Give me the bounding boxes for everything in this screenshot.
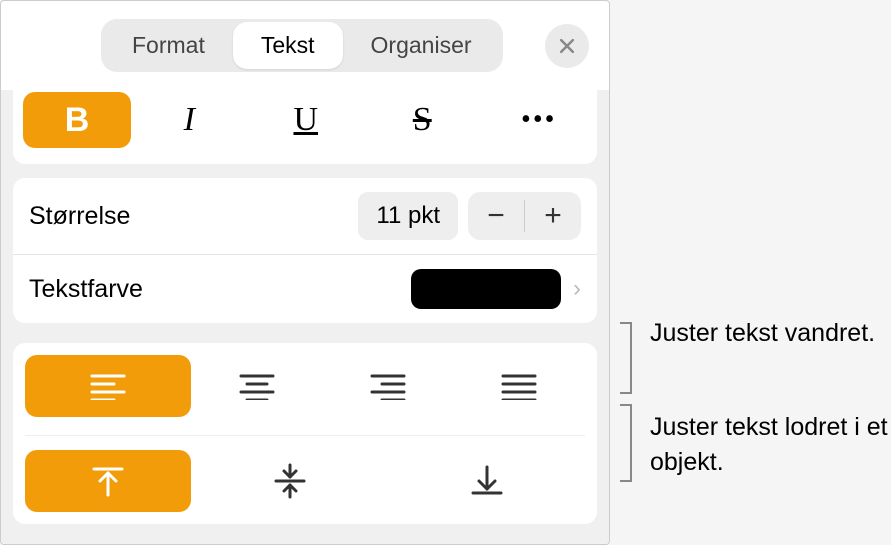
valign-top-icon xyxy=(90,463,126,499)
size-stepper: − + xyxy=(468,192,581,240)
align-left-button[interactable] xyxy=(25,355,191,417)
size-label: Størrelse xyxy=(29,202,358,231)
vertical-align-row xyxy=(25,435,585,512)
align-center-icon xyxy=(239,372,275,400)
annotation-horizontal: Juster tekst vandret. xyxy=(650,316,875,351)
text-color-swatch[interactable] xyxy=(411,269,561,309)
text-color-label: Tekstfarve xyxy=(29,275,411,304)
alignment-section xyxy=(13,343,597,524)
align-left-icon xyxy=(90,372,126,400)
align-justify-button[interactable] xyxy=(454,355,585,417)
underline-button[interactable]: U xyxy=(248,90,365,150)
italic-button[interactable]: I xyxy=(131,90,248,150)
content-area: B I U S ••• Størrelse 11 pkt − + Tekstfa… xyxy=(1,90,609,544)
bracket-horizontal xyxy=(620,322,632,394)
text-color-row[interactable]: Tekstfarve › xyxy=(13,255,597,323)
tab-group: Format Tekst Organiser xyxy=(101,19,503,72)
strikethrough-button[interactable]: S xyxy=(364,90,481,150)
size-row: Størrelse 11 pkt − + xyxy=(13,178,597,255)
horizontal-align-row xyxy=(25,355,585,417)
size-decrease-button[interactable]: − xyxy=(468,192,524,240)
tab-organize[interactable]: Organiser xyxy=(343,22,500,69)
font-style-row: B I U S ••• xyxy=(13,90,597,164)
align-right-button[interactable] xyxy=(322,355,453,417)
align-justify-icon xyxy=(501,372,537,400)
tab-format[interactable]: Format xyxy=(104,22,233,69)
size-increase-button[interactable]: + xyxy=(525,192,581,240)
close-button[interactable] xyxy=(545,24,589,68)
valign-bottom-icon xyxy=(469,463,505,499)
bold-button[interactable]: B xyxy=(23,92,131,148)
annotation-vertical: Juster tekst lodret i et objekt. xyxy=(650,410,891,480)
align-right-icon xyxy=(370,372,406,400)
chevron-right-icon: › xyxy=(573,275,581,303)
format-panel: Format Tekst Organiser B I U S ••• Størr… xyxy=(0,0,610,545)
valign-middle-icon xyxy=(272,463,308,499)
tabs-header: Format Tekst Organiser xyxy=(1,1,609,90)
close-icon xyxy=(557,36,577,56)
size-value[interactable]: 11 pkt xyxy=(358,192,458,240)
more-styles-button[interactable]: ••• xyxy=(481,90,598,150)
bracket-vertical xyxy=(620,404,632,482)
align-center-button[interactable] xyxy=(191,355,322,417)
tab-text[interactable]: Tekst xyxy=(233,22,343,69)
